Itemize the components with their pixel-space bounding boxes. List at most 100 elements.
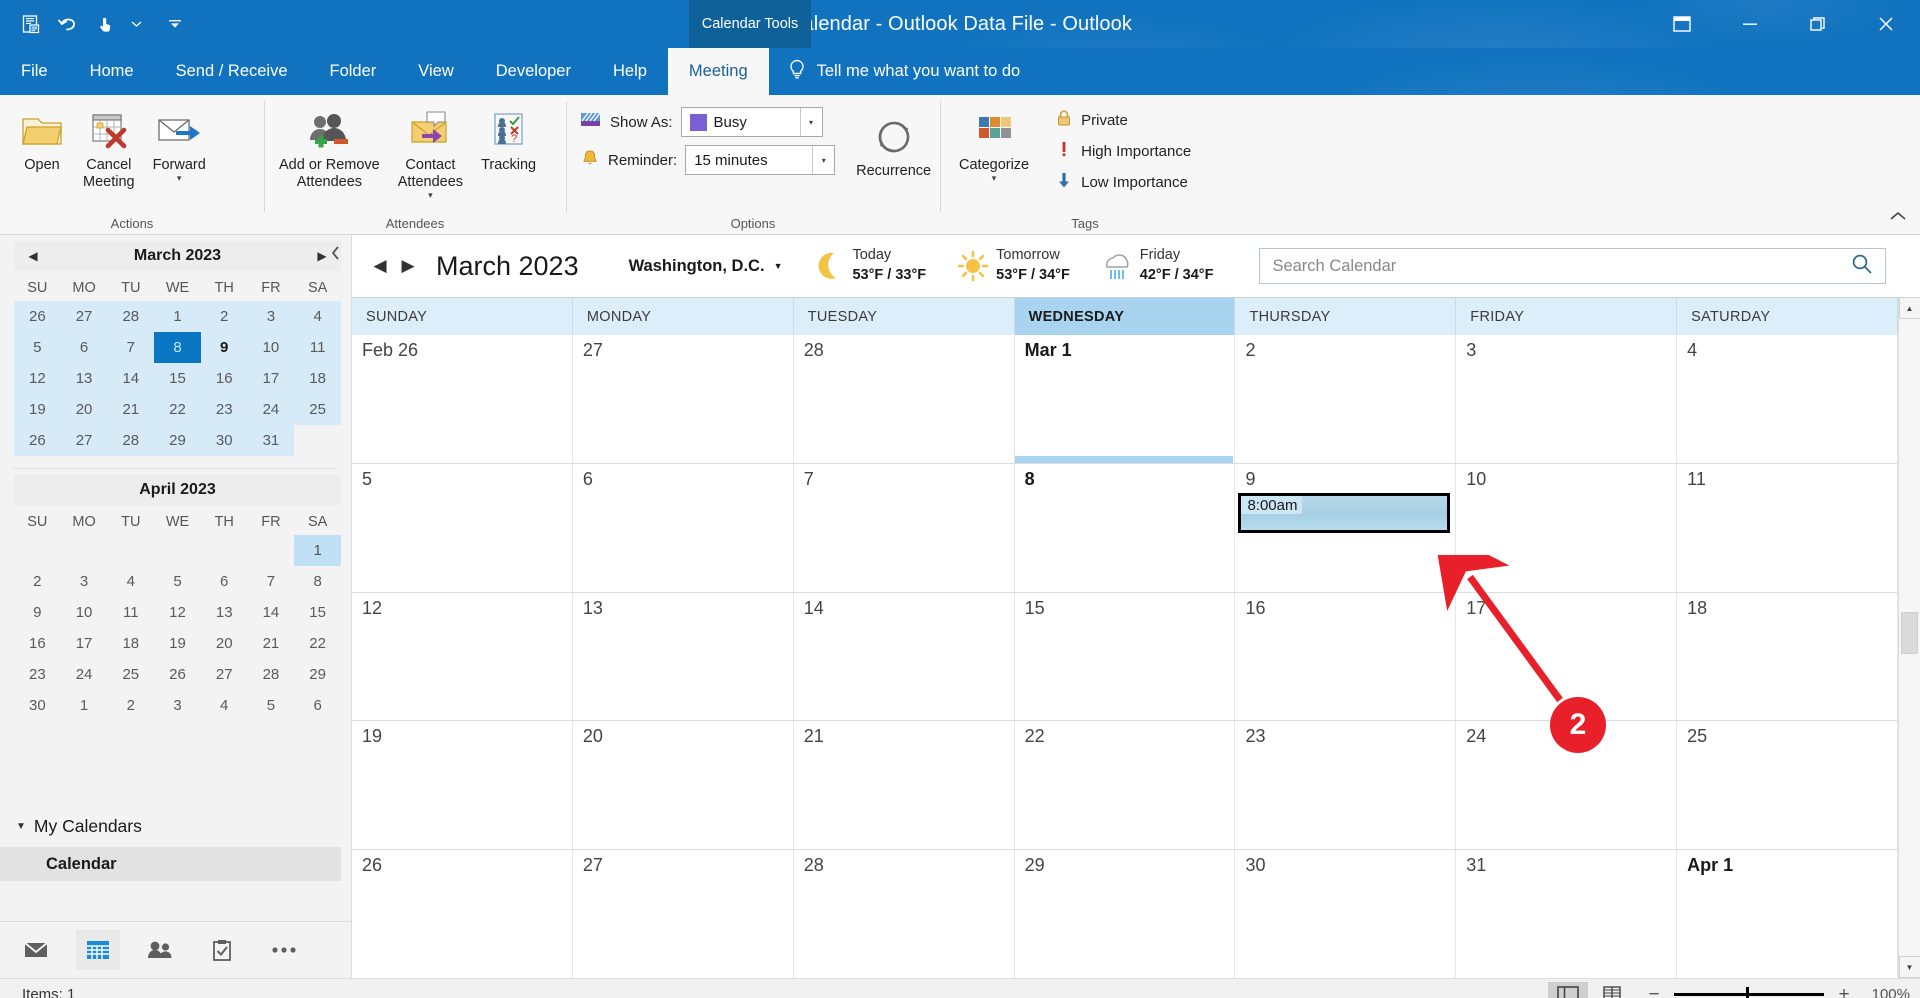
day-cell[interactable]: 29 (1015, 850, 1236, 978)
my-calendars-header[interactable]: ▼ My Calendars (0, 809, 351, 843)
mini-calendar-day[interactable]: 9 (14, 597, 61, 628)
list-view-icon[interactable] (1592, 982, 1632, 998)
day-header-wednesday[interactable]: WEDNESDAY (1015, 298, 1236, 335)
mini-calendar-day[interactable]: 2 (201, 301, 248, 332)
zoom-level-label[interactable]: 100% (1864, 986, 1910, 998)
collapse-ribbon-icon[interactable] (1888, 210, 1908, 228)
zoom-slider[interactable] (1674, 993, 1824, 996)
mini-calendar-day[interactable]: 1 (294, 535, 341, 566)
add-remove-attendees-button[interactable]: Add or Remove Attendees (270, 99, 389, 194)
mini-calendar-day[interactable]: 27 (201, 659, 248, 690)
recurrence-button[interactable]: Recurrence (847, 105, 940, 183)
mini-calendar-day[interactable]: 28 (107, 301, 154, 332)
mini-calendar-day[interactable]: 21 (248, 628, 295, 659)
mini-calendar-day[interactable]: 19 (14, 394, 61, 425)
tab-meeting[interactable]: Meeting (668, 48, 769, 95)
tab-folder[interactable]: Folder (309, 48, 398, 95)
mini-calendar-day[interactable]: 30 (201, 425, 248, 456)
day-cell[interactable]: 18 (1677, 593, 1898, 721)
open-button[interactable]: Open (10, 99, 74, 177)
mini-calendar-day[interactable]: 15 (154, 363, 201, 394)
mini-calendar-day[interactable]: 10 (61, 597, 108, 628)
day-cell[interactable]: 27 (573, 850, 794, 978)
forward-button[interactable]: Forward ▾ (144, 99, 215, 185)
ribbon-display-icon[interactable] (1648, 0, 1716, 48)
mini-calendar-day[interactable]: 30 (14, 690, 61, 721)
mini-calendar-day[interactable]: 23 (201, 394, 248, 425)
day-cell[interactable]: 8 (1015, 464, 1236, 592)
mini-calendar-day[interactable]: 16 (201, 363, 248, 394)
mini-calendar-day[interactable]: 7 (248, 566, 295, 597)
customize-qat-icon[interactable] (164, 7, 186, 41)
mini-calendar-day[interactable]: 17 (61, 628, 108, 659)
day-cell[interactable]: 14 (794, 593, 1015, 721)
people-module-icon[interactable] (138, 930, 182, 970)
mini-calendar-day[interactable]: 26 (154, 659, 201, 690)
day-cell[interactable]: 28 (794, 335, 1015, 463)
cancel-meeting-button[interactable]: Cancel Meeting (74, 99, 144, 194)
show-as-combo[interactable]: Busy ▾ (681, 107, 823, 137)
mini-calendar-day[interactable]: 23 (14, 659, 61, 690)
day-cell[interactable]: 21 (794, 721, 1015, 849)
search-calendar-box[interactable] (1259, 248, 1886, 284)
day-cell[interactable]: 2 (1235, 335, 1456, 463)
day-cell[interactable]: 98:00am (1235, 464, 1456, 592)
day-cell[interactable]: 10 (1456, 464, 1677, 592)
contact-attendees-button[interactable]: Contact Attendees ▾ (389, 99, 472, 202)
mini-calendar-day[interactable]: 25 (294, 394, 341, 425)
mini-calendar-day[interactable]: 8 (154, 332, 201, 363)
mini-calendar-day[interactable]: 11 (294, 332, 341, 363)
mini-calendar-day[interactable]: 10 (248, 332, 295, 363)
mini-calendar-day[interactable]: 28 (107, 425, 154, 456)
close-icon[interactable] (1852, 0, 1920, 48)
zoom-in-button[interactable]: + (1836, 984, 1852, 998)
scrollbar-track[interactable] (1899, 319, 1920, 956)
mini-calendar-day[interactable]: 3 (61, 566, 108, 597)
mini-calendar-day[interactable]: 15 (294, 597, 341, 628)
tab-developer[interactable]: Developer (475, 48, 592, 95)
mini-calendar-day[interactable]: 1 (154, 301, 201, 332)
mini-calendar-march-grid[interactable]: 2627281234567891011121314151617181920212… (14, 301, 341, 456)
next-period-icon[interactable]: ▶ (394, 256, 422, 276)
mini-calendar-day[interactable]: 12 (14, 363, 61, 394)
day-cell[interactable]: 30 (1235, 850, 1456, 978)
touch-mode-icon[interactable] (88, 7, 122, 41)
qat-dropdown-icon[interactable] (125, 7, 147, 41)
chevron-down-icon[interactable]: ▾ (428, 191, 433, 199)
mini-calendar-day[interactable]: 5 (14, 332, 61, 363)
day-header-monday[interactable]: MONDAY (573, 298, 794, 335)
day-cell[interactable]: 25 (1677, 721, 1898, 849)
prev-month-icon[interactable]: ◀ (24, 249, 42, 263)
mini-calendar-day[interactable]: 4 (107, 566, 154, 597)
restore-icon[interactable] (1784, 0, 1852, 48)
search-input[interactable] (1272, 257, 1851, 276)
mini-calendar-april-grid[interactable]: 1234567891011121314151617181920212223242… (14, 535, 341, 721)
mini-calendar-day[interactable]: 5 (154, 566, 201, 597)
day-cell[interactable]: 28 (794, 850, 1015, 978)
day-cell[interactable]: 27 (573, 335, 794, 463)
mini-calendar-day[interactable]: 6 (61, 332, 108, 363)
mini-calendar-day[interactable]: 6 (201, 566, 248, 597)
day-cell[interactable]: 11 (1677, 464, 1898, 592)
tell-me-search[interactable]: Tell me what you want to do (769, 48, 1039, 95)
day-cell[interactable]: 12 (352, 593, 573, 721)
appointment-block[interactable]: 8:00am (1238, 493, 1450, 533)
tab-help[interactable]: Help (592, 48, 668, 95)
chevron-down-icon[interactable]: ▾ (800, 108, 822, 136)
scrollbar-thumb[interactable] (1901, 612, 1918, 654)
mini-calendar-day[interactable]: 22 (154, 394, 201, 425)
mini-calendar-day[interactable]: 6 (294, 690, 341, 721)
mini-calendar-day[interactable]: 29 (294, 659, 341, 690)
high-importance-button[interactable]: High Importance (1048, 137, 1199, 166)
day-header-thursday[interactable]: THURSDAY (1235, 298, 1456, 335)
day-cell[interactable]: 7 (794, 464, 1015, 592)
day-header-tuesday[interactable]: TUESDAY (794, 298, 1015, 335)
day-cell[interactable]: 16 (1235, 593, 1456, 721)
mini-calendar-day[interactable]: 4 (201, 690, 248, 721)
mini-calendar-day[interactable]: 16 (14, 628, 61, 659)
mini-calendar-day[interactable]: 31 (248, 425, 295, 456)
weather-location-selector[interactable]: Washington, D.C. ▼ (629, 257, 783, 276)
mini-calendar-day[interactable]: 19 (154, 628, 201, 659)
scroll-up-icon[interactable]: ▲ (1899, 297, 1920, 319)
save-icon[interactable] (14, 7, 48, 41)
